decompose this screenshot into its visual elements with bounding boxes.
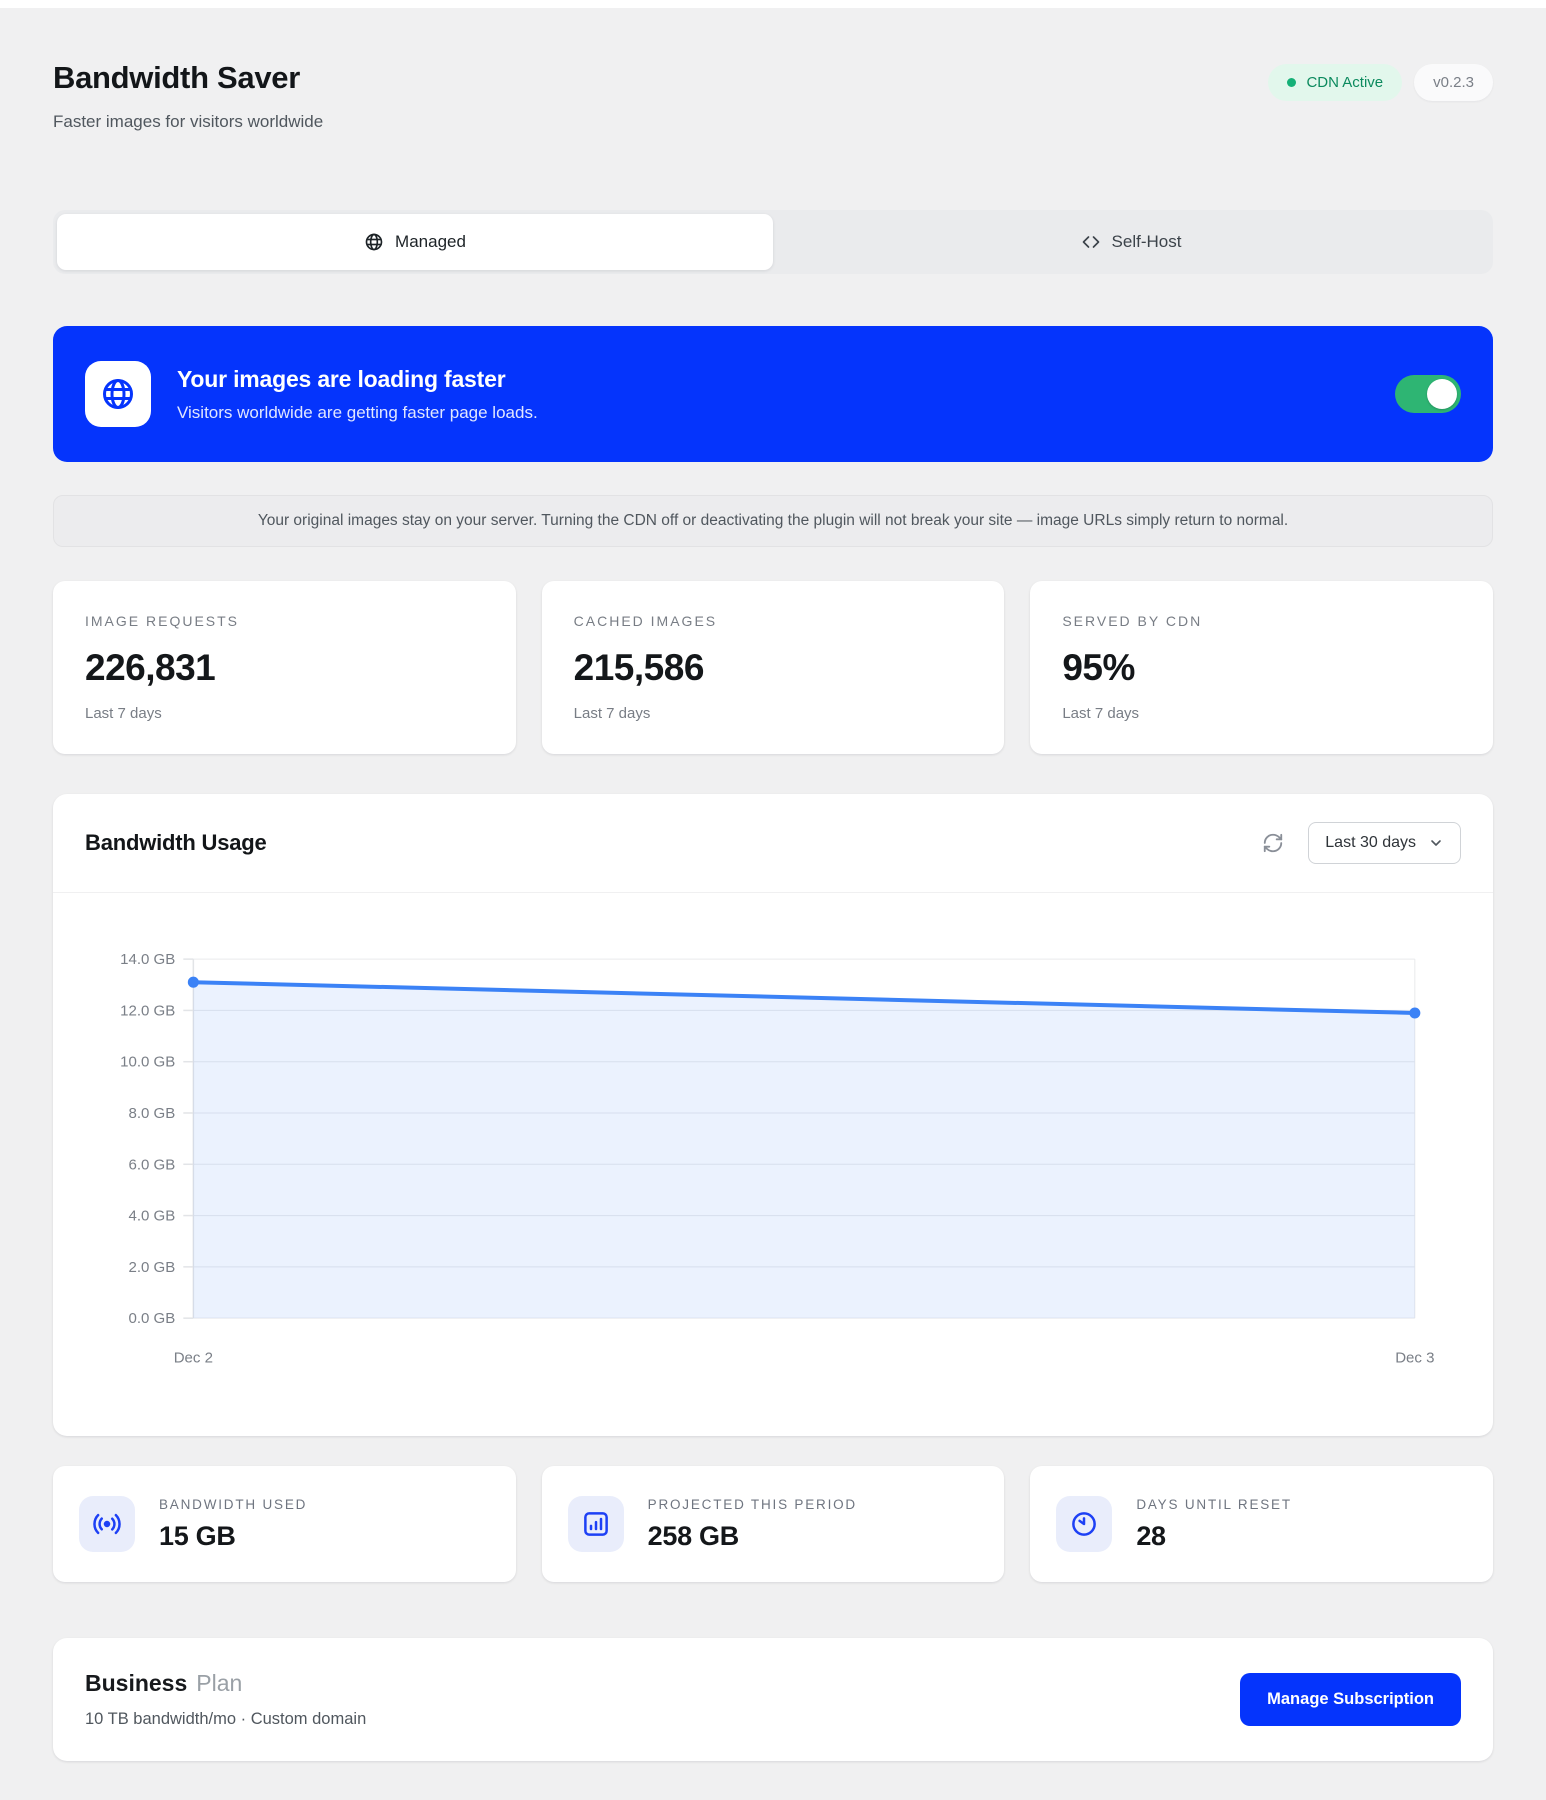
stat-card-image-requests: IMAGE REQUESTS 226,831 Last 7 days xyxy=(53,581,516,754)
stats-row: IMAGE REQUESTS 226,831 Last 7 days CACHE… xyxy=(53,581,1493,754)
stat-card-served-by-cdn: SERVED BY CDN 95% Last 7 days xyxy=(1030,581,1493,754)
mode-tabs: Managed Self-Host xyxy=(53,210,1493,274)
svg-text:8.0 GB: 8.0 GB xyxy=(128,1105,175,1122)
tab-self-host-label: Self-Host xyxy=(1111,232,1182,251)
stat-label: SERVED BY CDN xyxy=(1062,613,1203,629)
date-range-value: Last 30 days xyxy=(1325,834,1416,851)
bar-chart-icon xyxy=(583,1512,608,1537)
usage-value: 15 GB xyxy=(159,1520,236,1551)
clock-tile xyxy=(1056,1496,1113,1553)
globe-icon xyxy=(364,232,384,252)
globe-icon xyxy=(103,379,133,409)
cdn-active-banner: Your images are loading faster Visitors … xyxy=(53,326,1493,462)
refresh-button[interactable] xyxy=(1258,828,1288,858)
svg-text:Dec 2: Dec 2 xyxy=(174,1349,213,1366)
stat-period: Last 7 days xyxy=(573,705,651,722)
clock-icon xyxy=(1072,1512,1097,1537)
toggle-knob xyxy=(1427,379,1457,409)
bar-chart-tile xyxy=(567,1496,624,1553)
stat-label: IMAGE REQUESTS xyxy=(85,613,240,629)
svg-text:6.0 GB: 6.0 GB xyxy=(128,1156,175,1173)
banner-title: Your images are loading faster xyxy=(177,365,506,392)
svg-text:10.0 GB: 10.0 GB xyxy=(120,1054,175,1071)
radio-waves-icon xyxy=(93,1514,121,1535)
tab-managed-label: Managed xyxy=(395,232,466,251)
chart-body: 0.0 GB 2.0 GB 4.0 GB 6.0 GB 8.0 GB 10.0 GB 12.… xyxy=(53,893,1493,1436)
tab-self-host[interactable]: Self-Host xyxy=(773,214,1489,270)
chart-controls: Last 30 days xyxy=(1258,822,1461,864)
chart-title: Bandwidth Usage xyxy=(85,830,267,855)
usage-row: BANDWIDTH USED 15 GB PROJECTED THIS PERI… xyxy=(53,1466,1493,1583)
bandwidth-usage-chart: 0.0 GB 2.0 GB 4.0 GB 6.0 GB 8.0 GB 10.0 GB 12.… xyxy=(120,951,1434,1366)
safety-notice: Your original images stay on your server… xyxy=(53,495,1493,547)
bandwidth-usage-card: Bandwidth Usage Last 30 days 0.0 GB 2.0 … xyxy=(53,794,1493,1437)
refresh-icon xyxy=(1264,833,1283,853)
svg-text:4.0 GB: 4.0 GB xyxy=(128,1208,175,1225)
stat-label: CACHED IMAGES xyxy=(573,613,718,629)
usage-card-projected: PROJECTED THIS PERIOD 258 GB xyxy=(541,1466,1005,1583)
version-badge: v0.2.3 xyxy=(1414,64,1493,101)
page-title: Bandwidth Saver xyxy=(53,60,300,95)
version-label: v0.2.3 xyxy=(1433,74,1474,91)
banner-globe-tile xyxy=(85,361,151,427)
usage-label: PROJECTED THIS PERIOD xyxy=(647,1496,857,1512)
stat-value: 95% xyxy=(1062,647,1135,688)
stat-card-cached-images: CACHED IMAGES 215,586 Last 7 days xyxy=(541,581,1005,754)
status-dot-icon xyxy=(1287,78,1297,87)
top-edge-strip xyxy=(0,0,1546,8)
plan-type: Plan xyxy=(196,1670,243,1697)
page-subtitle: Faster images for visitors worldwide xyxy=(53,112,324,131)
stat-value: 226,831 xyxy=(85,647,216,688)
date-range-select[interactable]: Last 30 days xyxy=(1308,822,1461,864)
chart-header: Bandwidth Usage Last 30 days xyxy=(53,794,1493,893)
svg-text:2.0 GB: 2.0 GB xyxy=(128,1259,175,1276)
header-badges: CDN Active v0.2.3 xyxy=(1268,64,1493,101)
cdn-toggle[interactable] xyxy=(1395,375,1461,413)
stat-value: 215,586 xyxy=(573,647,705,688)
cdn-status-badge: CDN Active xyxy=(1268,64,1403,101)
svg-text:Dec 3: Dec 3 xyxy=(1395,1349,1434,1366)
plan-details: 10 TB bandwidth/mo · Custom domain xyxy=(85,1710,367,1729)
usage-label: BANDWIDTH USED xyxy=(159,1496,308,1512)
stat-period: Last 7 days xyxy=(1062,705,1140,722)
plan-name: Business xyxy=(85,1670,188,1697)
page-container: Bandwidth Saver Faster images for visito… xyxy=(53,60,1493,1762)
plan-title: Business Plan xyxy=(85,1670,366,1697)
usage-value: 258 GB xyxy=(647,1520,740,1551)
tab-managed[interactable]: Managed xyxy=(57,214,773,270)
manage-subscription-button[interactable]: Manage Subscription xyxy=(1240,1673,1461,1727)
usage-card-bandwidth-used: BANDWIDTH USED 15 GB xyxy=(53,1466,516,1583)
svg-text:12.0 GB: 12.0 GB xyxy=(120,1002,175,1019)
svg-text:14.0 GB: 14.0 GB xyxy=(120,951,175,968)
usage-card-days-until-reset: DAYS UNTIL RESET 28 xyxy=(1030,1466,1493,1583)
svg-text:0.0 GB: 0.0 GB xyxy=(128,1310,175,1327)
code-icon xyxy=(1081,232,1101,252)
usage-value: 28 xyxy=(1136,1520,1166,1551)
radio-waves-tile xyxy=(79,1496,135,1553)
stat-period: Last 7 days xyxy=(85,705,162,722)
banner-subtitle: Visitors worldwide are getting faster pa… xyxy=(177,402,538,422)
cdn-status-label: CDN Active xyxy=(1306,74,1384,91)
page-header: Bandwidth Saver Faster images for visito… xyxy=(53,60,1493,132)
plan-card: Business Plan 10 TB bandwidth/mo · Custom… xyxy=(53,1638,1493,1762)
chevron-down-icon xyxy=(1431,840,1441,846)
usage-label: DAYS UNTIL RESET xyxy=(1136,1496,1292,1512)
